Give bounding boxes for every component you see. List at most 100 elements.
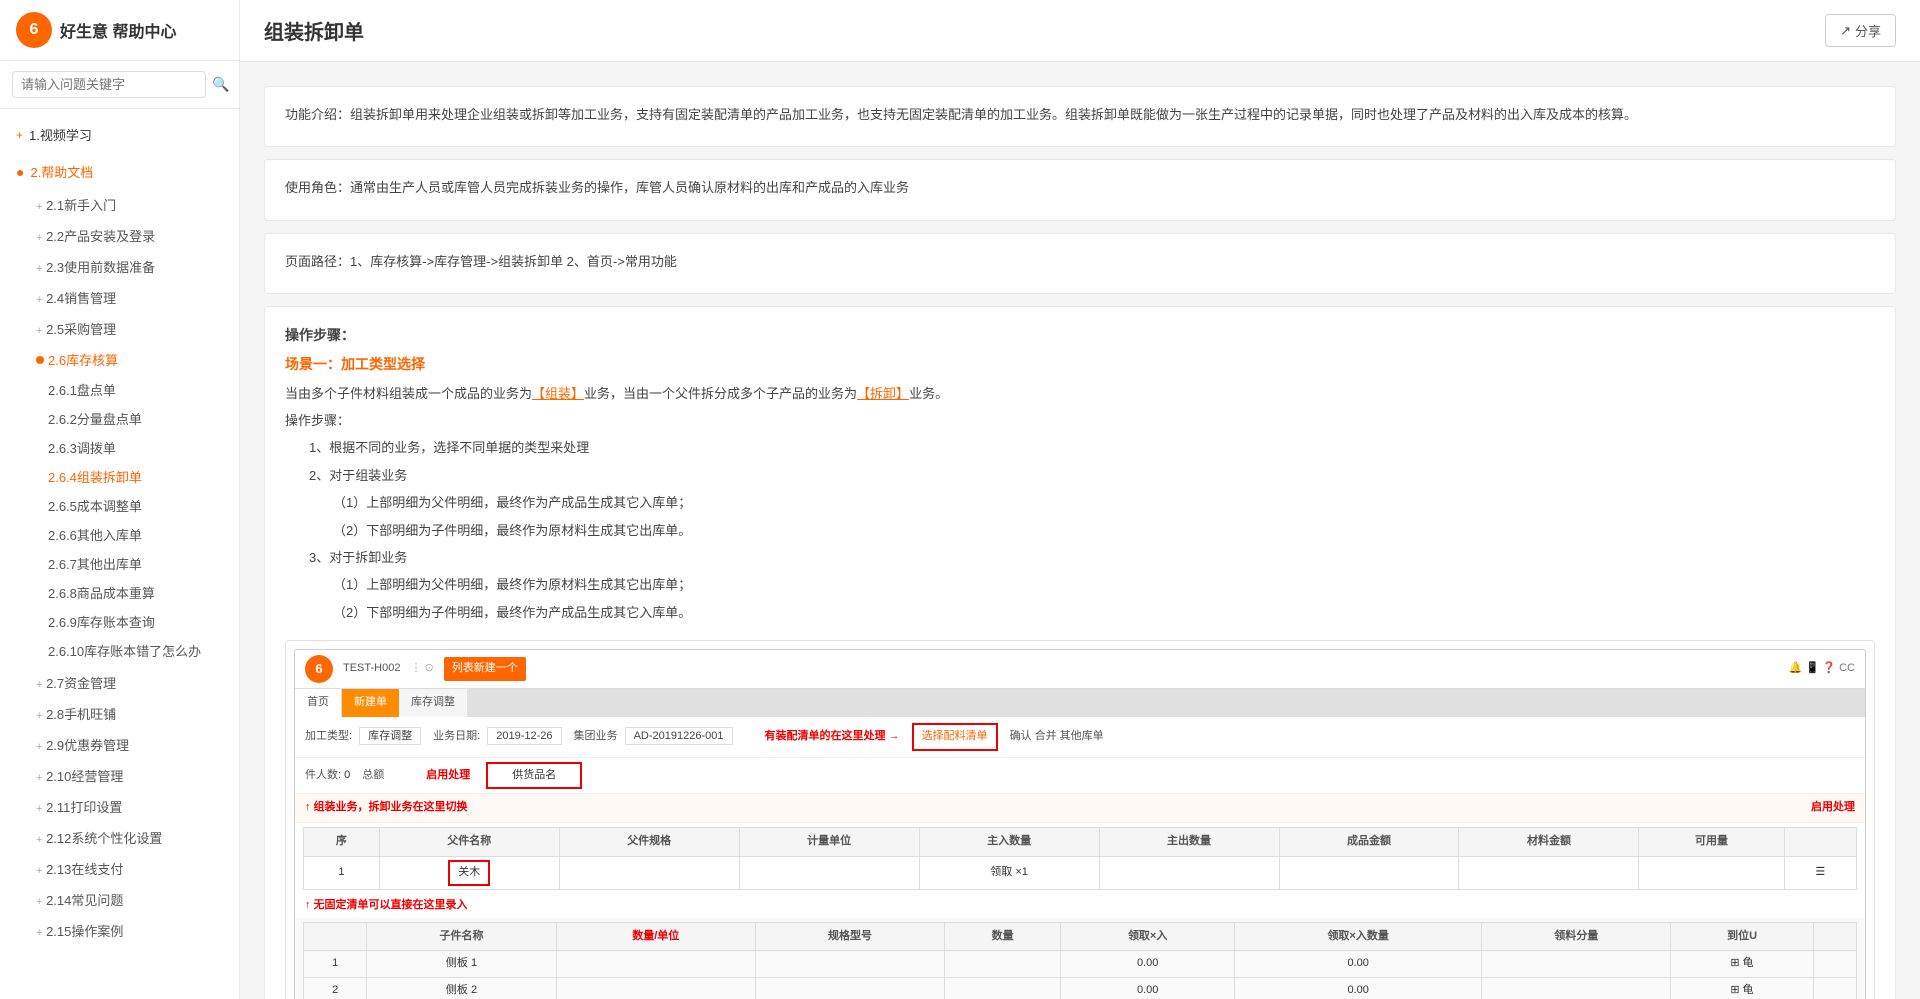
nav-group-docs: ● 2.帮助文档 + 2.1新手入门 + 2.2产品安装及登录 + 2.3使用前…	[0, 154, 239, 946]
search-box: 🔍	[0, 61, 239, 109]
logo-icon: 6	[16, 12, 52, 48]
sidebar: 6 好生意 帮助中心 🔍 + 1.视频学习 ● 2.帮助文档 + 2.1新手入门	[0, 0, 240, 999]
sidebar-item-payment[interactable]: + 2.13在线支付	[28, 853, 239, 884]
sidebar-item-partialinventory[interactable]: 2.6.2分量盘点单	[40, 404, 239, 433]
sidebar-item-install[interactable]: + 2.2产品安装及登录	[28, 220, 239, 251]
step3-sub1: （1）上部明细为父件明细，最终作为原材料生成其它出库单；	[333, 573, 1875, 596]
nav-list: + 1.视频学习 ● 2.帮助文档 + 2.1新手入门 + 2.2产品安装及登录…	[0, 109, 239, 999]
sidebar-item-sales[interactable]: + 2.4销售管理	[28, 282, 239, 313]
ss-annotation1: 有装配清单的在这里处理 →	[765, 727, 900, 747]
page-title: 组装拆卸单	[264, 16, 364, 45]
scenario1-desc: 当由多个子件材料组装成一个成品的业务为【组装】业务，当由一个父件拆分成多个子产品…	[285, 382, 1875, 405]
table-row: 1 侧板 1 0.00 0.00 ⊞ 龟	[304, 951, 1857, 978]
step3-sub2: （2）下部明细为子件明细，最终作为产成品生成其它入库单。	[333, 601, 1875, 624]
ss-table-lower: 子件名称 数量/单位 规格型号 数量 领取×入 领取×入数量 领料分量 到位U	[303, 922, 1857, 999]
ss-lower-table: 子件名称 数量/单位 规格型号 数量 领取×入 领取×入数量 领料分量 到位U	[295, 918, 1865, 999]
table-row: 2 侧板 2 0.00 0.00 ⊞ 龟	[304, 978, 1857, 999]
ss-logo: 6	[305, 655, 333, 683]
sidebar-item-purchase[interactable]: + 2.5采购管理	[28, 313, 239, 344]
screenshot-container: 6 TEST-H002 ⋮ ⊙ 列表新建一个 🔔 📱 ❓ CC 首页 新建单 库…	[285, 640, 1875, 999]
search-input[interactable]	[12, 71, 206, 98]
ss-upper-table: 序 父件名称 父件规格 计量单位 主入数量 主出数量 成品金额 材料金额 可用量	[295, 823, 1865, 894]
sidebar-header: 6 好生意 帮助中心	[0, 0, 239, 61]
sidebar-item-adjust[interactable]: 2.6.3调拨单	[40, 433, 239, 462]
sidebar-item-assembly[interactable]: 2.6.4组装拆卸单	[40, 462, 239, 491]
sidebar-item-stockerror[interactable]: 2.6.10库存账本错了怎么办	[40, 636, 239, 665]
ss-icons: 🔔 📱 ❓ CC	[1789, 659, 1855, 679]
sidebar-item-print[interactable]: + 2.11打印设置	[28, 791, 239, 822]
docs-sub-list: + 2.1新手入门 + 2.2产品安装及登录 + 2.3使用前数据准备 + 2.…	[0, 189, 239, 946]
step1: 1、根据不同的业务，选择不同单据的类型来处理	[309, 436, 1875, 459]
nav-subgroup-inventory: 2.6库存核算 2.6.1盘点单 2.6.2分量盘点单 2.6.3调拨单 2.6…	[28, 344, 239, 665]
search-button[interactable]: 🔍	[212, 76, 229, 93]
ss-form-date: 业务日期: 2019-12-26	[433, 727, 561, 747]
sidebar-item-cases[interactable]: + 2.15操作案例	[28, 915, 239, 946]
share-icon: ↗	[1840, 23, 1851, 39]
ss-enablebox: 供货品名	[486, 762, 582, 790]
ss-form-type: 加工类型: 库存调整	[305, 727, 421, 747]
step3: 3、对于拆卸业务	[309, 546, 1875, 569]
ss-newbtn: 列表新建一个	[444, 657, 526, 681]
steps-card: 操作步骤： 场景一：加工类型选择 当由多个子件材料组装成一个成品的业务为【组装】…	[264, 306, 1896, 999]
share-button[interactable]: ↗ 分享	[1825, 14, 1896, 47]
sidebar-item-newcomer[interactable]: + 2.1新手入门	[28, 189, 239, 220]
ss-form-group: 集团业务 AD-20191226-001	[574, 727, 733, 747]
ss-annotation4-text: ↑ 无固定清单可以直接在这里录入	[305, 899, 468, 911]
sidebar-item-mobile[interactable]: + 2.8手机旺铺	[28, 698, 239, 729]
ss-annotation2: 启用处理	[426, 766, 470, 786]
sidebar-item-otheroutbound[interactable]: 2.6.7其他出库单	[40, 549, 239, 578]
path-card: 页面路径：1、库存核算->库存管理->组装拆卸单 2、首页->常用功能	[264, 233, 1896, 294]
minus-icon: ●	[16, 164, 24, 180]
main: 组装拆卸单 ↗ 分享 功能介绍：组装拆卸单用来处理企业组装或拆卸等加工业务，支持…	[240, 0, 1920, 999]
step2-sub1: （1）上部明细为父件明细，最终作为产成品生成其它入库单；	[333, 491, 1875, 514]
app-name: 好生意 帮助中心	[60, 18, 176, 42]
sidebar-item-video[interactable]: + 1.视频学习	[0, 117, 239, 152]
ss-selectbom-btn: 选择配料清单	[912, 723, 998, 751]
ss-form-row2: 件人数: 0 总额 启用处理 供货品名	[295, 758, 1865, 795]
sidebar-item-goodscost[interactable]: 2.6.8商品成本重算	[40, 578, 239, 607]
step2: 2、对于组装业务	[309, 464, 1875, 487]
steps-title: 操作步骤：	[285, 323, 1875, 348]
screenshot-image: 6 TEST-H002 ⋮ ⊙ 列表新建一个 🔔 📱 ❓ CC 首页 新建单 库…	[294, 649, 1866, 999]
plus-icon: +	[16, 128, 23, 142]
ss-table-upper: 序 父件名称 父件规格 计量单位 主入数量 主出数量 成品金额 材料金额 可用量	[303, 827, 1857, 890]
ss-annotation3: ↑ 组装业务，拆卸业务在这里切换	[305, 798, 468, 818]
intro-card: 功能介绍：组装拆卸单用来处理企业组装或拆卸等加工业务，支持有固定装配清单的产品加…	[264, 86, 1896, 147]
step2-sub2: （2）下部明细为子件明细，最终作为原材料生成其它出库单。	[333, 519, 1875, 542]
sidebar-item-otherinbound[interactable]: 2.6.6其他入库单	[40, 520, 239, 549]
path-text: 页面路径：1、库存核算->库存管理->组装拆卸单 2、首页->常用功能	[285, 250, 1875, 273]
sidebar-item-data[interactable]: + 2.3使用前数据准备	[28, 251, 239, 282]
ss-tab-active: 新建单	[342, 689, 399, 717]
nav-group-video: + 1.视频学习	[0, 117, 239, 152]
scenario1-title: 场景一：加工类型选择	[285, 352, 1875, 377]
ss-annotation-lower: ↑ 无固定清单可以直接在这里录入	[295, 894, 1865, 918]
intro-text: 功能介绍：组装拆卸单用来处理企业组装或拆卸等加工业务，支持有固定装配清单的产品加…	[285, 103, 1875, 126]
sidebar-item-coupon[interactable]: + 2.9优惠券管理	[28, 729, 239, 760]
role-text: 使用角色：通常由生产人员或库管人员完成拆装业务的操作，库管人员确认原材料的出库和…	[285, 176, 1875, 199]
ss-topbar: 6 TEST-H002 ⋮ ⊙ 列表新建一个 🔔 📱 ❓ CC	[295, 650, 1865, 689]
sidebar-item-stocktake[interactable]: 2.6.1盘点单	[40, 375, 239, 404]
sidebar-item-stockquery[interactable]: 2.6.9库存账本查询	[40, 607, 239, 636]
sidebar-item-inventory[interactable]: 2.6库存核算	[28, 344, 239, 375]
ss-dots: ⋮ ⊙	[410, 659, 433, 679]
inventory-deep-list: 2.6.1盘点单 2.6.2分量盘点单 2.6.3调拨单 2.6.4组装拆卸单 …	[28, 375, 239, 665]
ss-confirm-area: 确认 合并 其他库单	[1010, 727, 1104, 747]
ss-tab-list: 库存调整	[399, 689, 467, 717]
sidebar-item-personalize[interactable]: + 2.12系统个性化设置	[28, 822, 239, 853]
sidebar-item-faq[interactable]: + 2.14常见问题	[28, 884, 239, 915]
sidebar-item-operation[interactable]: + 2.10经营管理	[28, 760, 239, 791]
table-row: 1 关木 领取 ×1 ☰	[304, 857, 1857, 890]
sidebar-item-costadj[interactable]: 2.6.5成本调整单	[40, 491, 239, 520]
ss-tabs: 首页 新建单 库存调整	[295, 689, 1865, 717]
ss-form-row1: 加工类型: 库存调整 业务日期: 2019-12-26 集团业务 AD-2019…	[295, 717, 1865, 758]
ss-annotation-row: ↑ 组装业务，拆卸业务在这里切换 启用处理	[295, 794, 1865, 823]
main-header: 组装拆卸单 ↗ 分享	[240, 0, 1920, 62]
ss-annotation4: 启用处理	[1811, 798, 1855, 818]
ss-tab-home: 首页	[295, 689, 342, 717]
main-content: 功能介绍：组装拆卸单用来处理企业组装或拆卸等加工业务，支持有固定装配清单的产品加…	[240, 62, 1920, 999]
sidebar-item-docs[interactable]: ● 2.帮助文档	[0, 154, 239, 189]
steps-intro: 操作步骤：	[285, 409, 1875, 432]
ss-test-id: TEST-H002	[343, 659, 400, 679]
role-card: 使用角色：通常由生产人员或库管人员完成拆装业务的操作，库管人员确认原材料的出库和…	[264, 159, 1896, 220]
sidebar-item-capital[interactable]: + 2.7资金管理	[28, 667, 239, 698]
